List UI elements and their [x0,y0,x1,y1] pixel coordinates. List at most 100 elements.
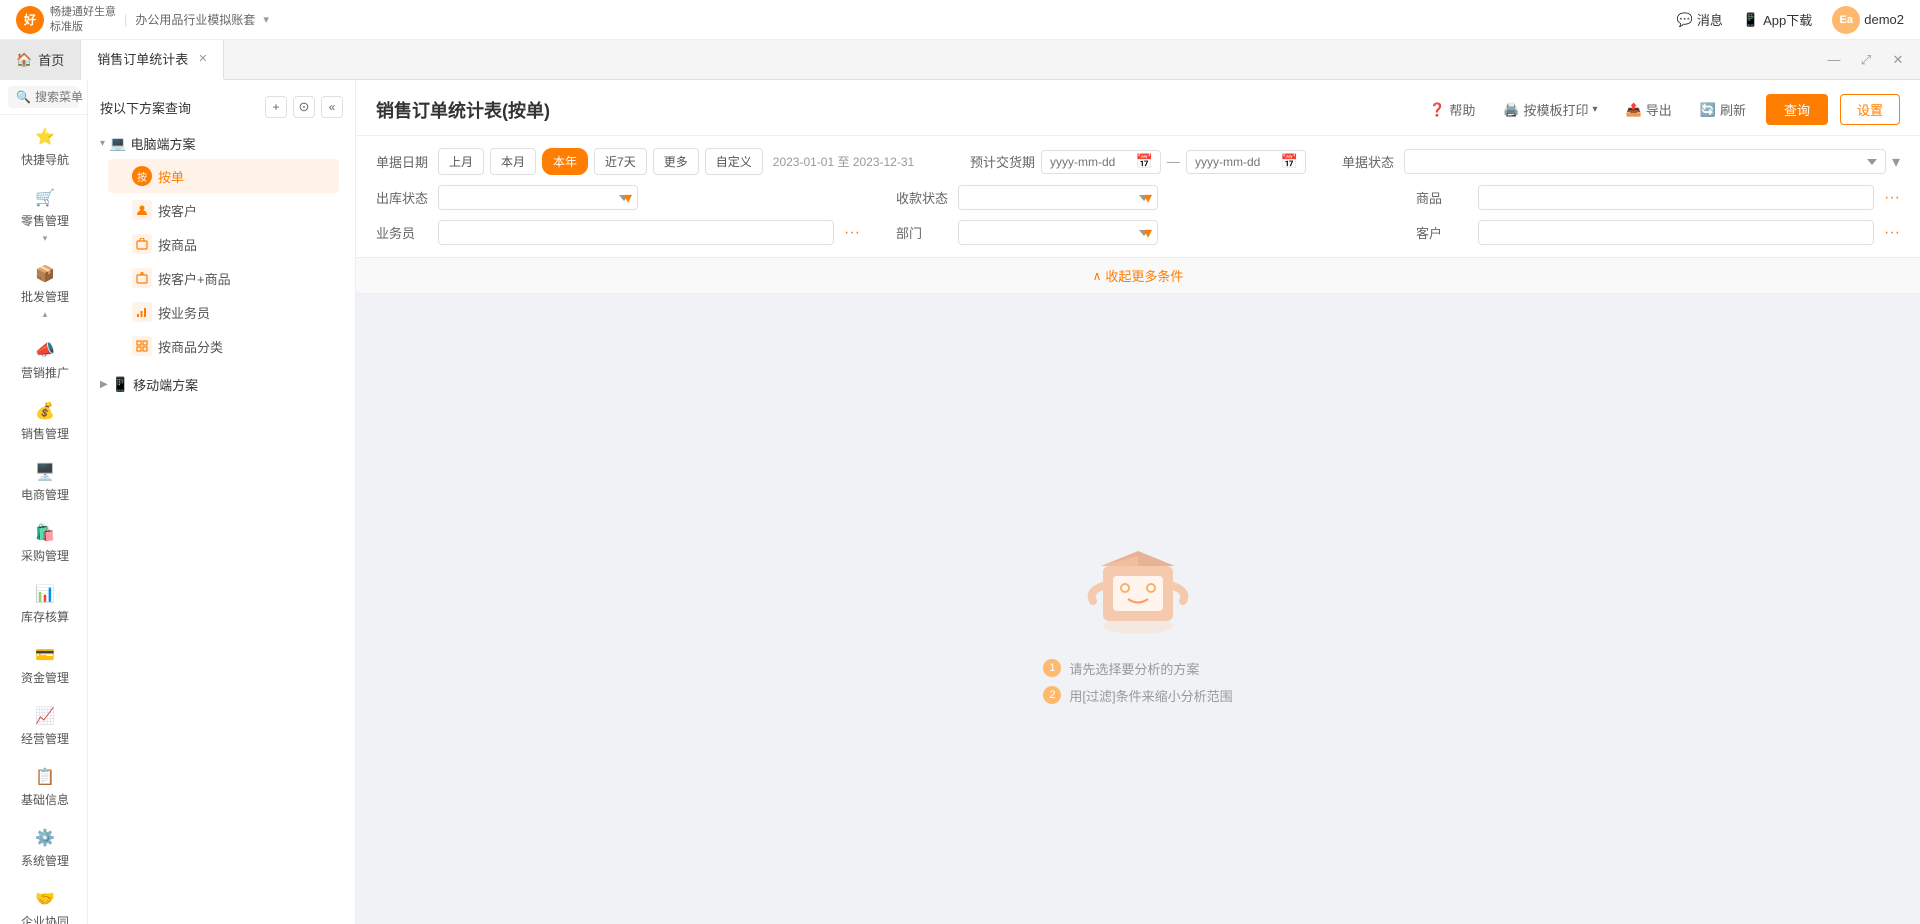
app-download-btn[interactable]: 📱 App下载 [1743,10,1812,29]
help-icon: ❓ [1429,102,1445,118]
date-btn-more[interactable]: 更多 [653,148,699,175]
logo-text: 畅捷通好生意 标准版 [50,5,116,34]
scheme-by-customer-product[interactable]: 按客户+商品 [108,261,339,295]
nav-purchase[interactable]: 🛍️ 采购管理 [0,511,87,572]
status-label: 单据状态 [1342,152,1398,171]
by-order-icon: 按 [132,166,152,186]
tab-maximize-btn[interactable]: ⤢ [1854,48,1878,72]
tab-close-window-btn[interactable]: ✕ [1886,48,1910,72]
nav-wholesale[interactable]: 📦 批发管理 ▴ [0,252,87,328]
collapse-bar[interactable]: ∧ 收起更多条件 [356,258,1920,294]
help-btn[interactable]: ❓ 帮助 [1421,96,1483,123]
tab-bar-actions: — ⤢ ✕ [1822,48,1910,72]
refresh-icon: 🔄 [1700,102,1716,118]
nav-quick-nav[interactable]: ⭐ 快捷导航 [0,115,87,176]
customer-more-btn[interactable]: ··· [1884,224,1900,242]
expected-date-from[interactable] [1041,150,1161,174]
empty-tip-2: 2 用[过滤]条件来缩小分析范围 [1043,686,1232,705]
date-btn-this-year[interactable]: 本年 [542,148,588,175]
tab-sales-order-stats[interactable]: 销售订单统计表 ✕ [81,40,224,80]
nav-enterprise[interactable]: 🤝 企业协同 [0,877,87,924]
main-layout: 🔍 ⭐ 快捷导航 🛒 零售管理 ▾ 📦 批发管理 ▴ 📣 营销推广 💰 销售管理 [0,80,1920,924]
payment-status-select[interactable] [958,185,1158,210]
date-btn-last-month[interactable]: 上月 [438,148,484,175]
add-scheme-btn[interactable]: + [265,96,287,118]
scheme-by-salesperson[interactable]: 按业务员 [108,295,339,329]
status-more-icon[interactable]: ▾ [1892,152,1900,172]
date-btn-7days[interactable]: 近7天 [594,148,647,175]
query-btn[interactable]: 查询 [1766,94,1828,125]
left-panel-header: 按以下方案查询 + ⊙ « [88,90,355,128]
by-category-icon [132,336,152,356]
nav-finance[interactable]: 💳 资金管理 [0,633,87,694]
tab-bar: 🏠 首页 销售订单统计表 ✕ — ⤢ ✕ [0,40,1920,80]
nav-system[interactable]: ⚙️ 系统管理 [0,816,87,877]
nav-inventory[interactable]: 📊 库存核算 [0,572,87,633]
product-label: 商品 [1416,188,1472,207]
finance-icon: 💳 [35,645,55,665]
logo-icon: 好 [16,6,44,34]
filter-row-3: 业务员 ··· 部门 ▾ 客户 ··· [376,220,1900,245]
delivery-status-select[interactable] [438,185,638,210]
delivery-status-expand-icon[interactable]: ▾ [624,188,632,208]
empty-illustration [1073,506,1203,639]
department-expand-icon[interactable]: ▾ [1144,223,1152,243]
date-btn-this-month[interactable]: 本月 [490,148,536,175]
nav-operations[interactable]: 📈 经营管理 [0,694,87,755]
collapse-panel-btn[interactable]: « [321,96,343,118]
empty-tips: 1 请先选择要分析的方案 2 用[过滤]条件来缩小分析范围 [1043,659,1232,713]
expected-date-from-wrapper: 📅 [1041,150,1161,174]
empty-tip-1: 1 请先选择要分析的方案 [1043,659,1232,678]
settings-btn[interactable]: 设置 [1840,94,1900,125]
system-icon: ⚙️ [35,828,55,848]
product-col: 商品 ··· [1416,185,1900,210]
template-print-btn[interactable]: 🖨️ 按模板打印 ▾ [1495,96,1605,123]
left-panel: 按以下方案查询 + ⊙ « ▾ 💻 电脑端方案 按 按单 [88,80,356,924]
nav-marketing[interactable]: 📣 营销推广 [0,328,87,389]
breadcrumb[interactable]: 办公用品行业模拟账套 [135,11,255,28]
tab-home[interactable]: 🏠 首页 [0,40,81,80]
salesperson-col: 业务员 ··· [376,220,860,245]
export-btn[interactable]: 📤 导出 [1618,96,1680,123]
by-product-icon [132,234,152,254]
customer-input[interactable] [1478,220,1874,245]
date-label: 单据日期 [376,152,432,171]
payment-status-expand-icon[interactable]: ▾ [1144,188,1152,208]
tab-close-btn[interactable]: ✕ [198,52,207,65]
filter-section: 单据日期 上月 本月 本年 近7天 更多 自定义 2023-01-01 至 20… [356,136,1920,258]
customer-label: 客户 [1416,223,1472,242]
avatar: Ea [1832,6,1860,34]
scheme-settings-btn[interactable]: ⊙ [293,96,315,118]
nav-basic[interactable]: 📋 基础信息 [0,755,87,816]
empty-svg [1073,506,1203,636]
salesperson-input[interactable] [438,220,834,245]
department-select[interactable] [958,220,1158,245]
tab-minimize-btn[interactable]: — [1822,48,1846,72]
enterprise-icon: 🤝 [35,889,55,909]
pc-section-header[interactable]: ▾ 💻 电脑端方案 [96,128,347,159]
nav-retail[interactable]: 🛒 零售管理 ▾ [0,176,87,252]
mobile-section-header[interactable]: ▶ 📱 移动端方案 [96,369,347,400]
nav-ecommerce[interactable]: 🖥️ 电商管理 [0,450,87,511]
scheme-by-category[interactable]: 按商品分类 [108,329,339,363]
product-input[interactable] [1478,185,1874,210]
message-btn[interactable]: 💬 消息 [1677,10,1723,29]
pc-scheme-list: 按 按单 按客户 按商品 [96,159,347,363]
date-btn-custom[interactable]: 自定义 [705,148,763,175]
top-bar: 好 畅捷通好生意 标准版 | 办公用品行业模拟账套 ▾ 💬 消息 📱 App下载… [0,0,1920,40]
scheme-by-customer[interactable]: 按客户 [108,193,339,227]
scheme-by-product[interactable]: 按商品 [108,227,339,261]
user-menu[interactable]: Ea demo2 [1832,6,1904,34]
content-area: 销售订单统计表(按单) ❓ 帮助 🖨️ 按模板打印 ▾ 📤 导出 🔄 刷新 [356,80,1920,924]
salesperson-more-btn[interactable]: ··· [844,224,860,242]
search-menu-input[interactable] [35,90,95,104]
expected-date-to[interactable] [1186,150,1306,174]
delivery-status-col: 出库状态 ▾ [376,185,860,210]
status-select[interactable] [1404,149,1886,174]
breadcrumb-arrow[interactable]: ▾ [263,13,269,26]
department-label: 部门 [896,223,952,242]
refresh-btn[interactable]: 🔄 刷新 [1692,96,1754,123]
nav-sales[interactable]: 💰 销售管理 [0,389,87,450]
product-more-btn[interactable]: ··· [1884,189,1900,207]
scheme-by-order[interactable]: 按 按单 [108,159,339,193]
